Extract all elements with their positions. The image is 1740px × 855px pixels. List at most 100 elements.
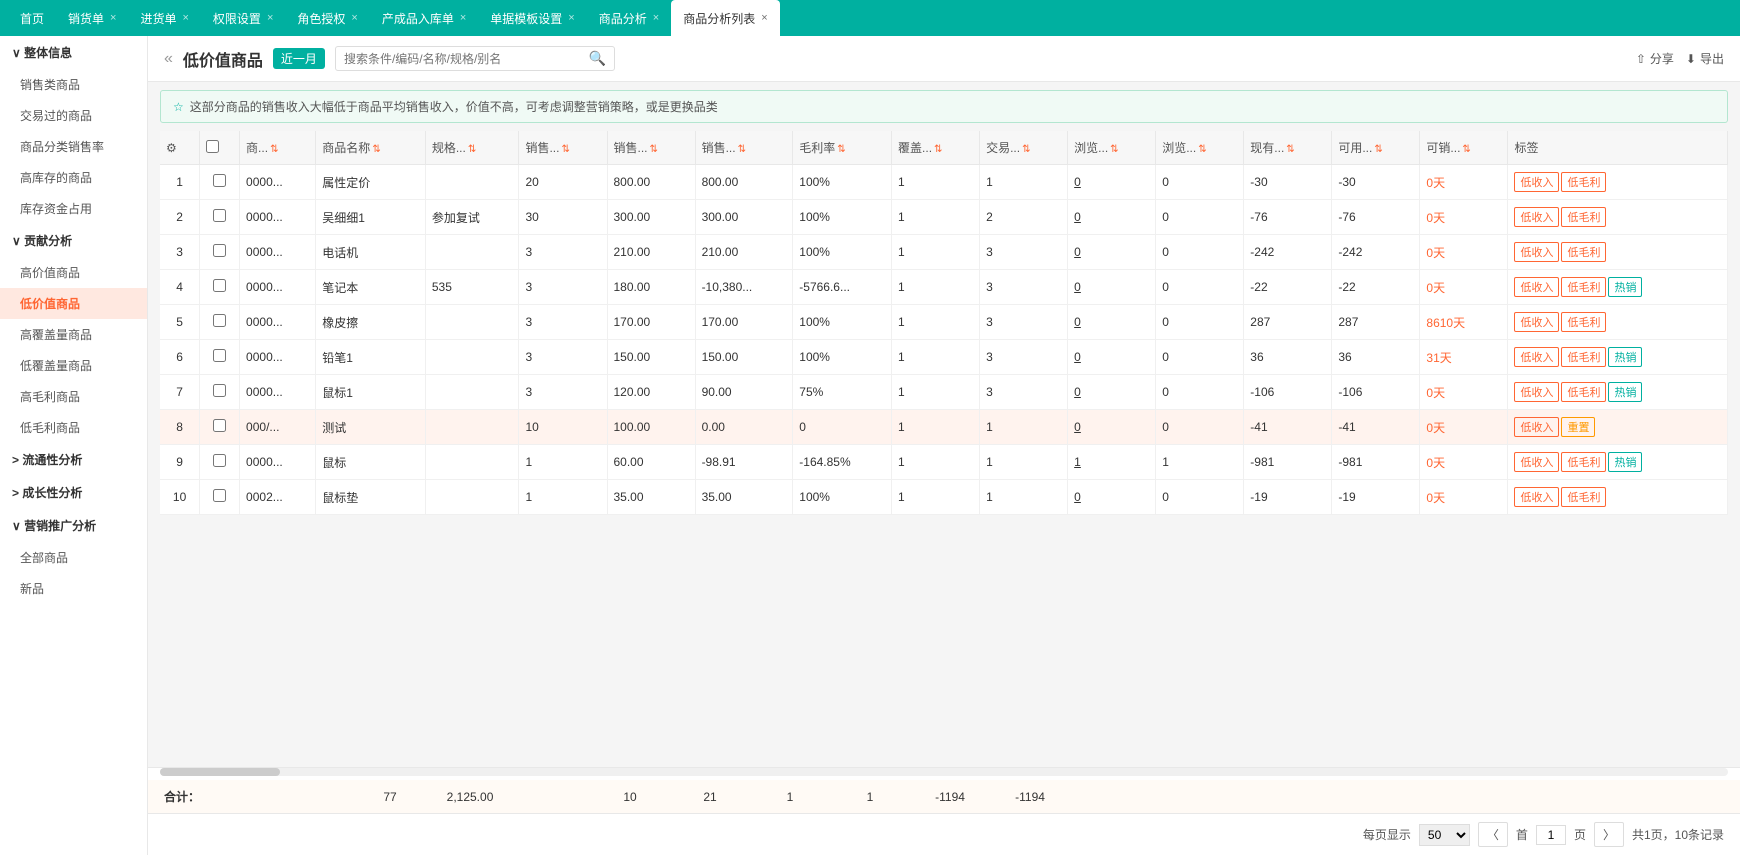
sidebar-item-new-products[interactable]: 新品 <box>0 573 147 604</box>
sidebar-group-overall[interactable]: ∨ 整体信息 <box>0 36 147 69</box>
sidebar-group-marketing[interactable]: ∨ 营销推广分析 <box>0 509 147 542</box>
row-checkbox[interactable] <box>213 209 226 222</box>
sidebar-item-high-coverage[interactable]: 高覆盖量商品 <box>0 319 147 350</box>
td-checkbox[interactable] <box>200 200 240 235</box>
nav-permissions[interactable]: 权限设置 × <box>201 0 285 36</box>
th-saleable[interactable]: 可销...⇅ <box>1420 131 1508 165</box>
sidebar-item-all-products[interactable]: 全部商品 <box>0 542 147 573</box>
th-code[interactable]: 商...⇅ <box>240 131 316 165</box>
nav-purchase[interactable]: 进货单 × <box>128 0 200 36</box>
row-checkbox[interactable] <box>213 419 226 432</box>
scrollbar-thumb[interactable] <box>160 768 280 776</box>
share-button[interactable]: ⇧ 分享 <box>1636 50 1674 67</box>
th-browse2[interactable]: 浏览...⇅ <box>1156 131 1244 165</box>
th-available[interactable]: 可用...⇅ <box>1332 131 1420 165</box>
td-browse1[interactable]: 0 <box>1068 410 1156 445</box>
td-checkbox[interactable] <box>200 305 240 340</box>
sidebar-group-circulation[interactable]: > 流通性分析 <box>0 443 147 476</box>
browse-link[interactable]: 0 <box>1074 420 1081 434</box>
row-checkbox[interactable] <box>213 489 226 502</box>
sidebar-item-high-value[interactable]: 高价值商品 <box>0 257 147 288</box>
row-checkbox[interactable] <box>213 174 226 187</box>
export-button[interactable]: ⬇ 导出 <box>1686 50 1724 67</box>
close-permissions-icon[interactable]: × <box>267 12 273 24</box>
td-checkbox[interactable] <box>200 340 240 375</box>
browse-link[interactable]: 0 <box>1074 350 1081 364</box>
td-browse1[interactable]: 0 <box>1068 235 1156 270</box>
sidebar-group-contribution[interactable]: ∨ 贡献分析 <box>0 224 147 257</box>
nav-sales[interactable]: 销货单 × <box>56 0 128 36</box>
td-browse1[interactable]: 0 <box>1068 200 1156 235</box>
browse-link[interactable]: 0 <box>1074 315 1081 329</box>
th-col2[interactable]: 销售...⇅ <box>607 131 695 165</box>
td-browse1[interactable]: 0 <box>1068 480 1156 515</box>
th-current[interactable]: 现有...⇅ <box>1244 131 1332 165</box>
sidebar-group-growth[interactable]: > 成长性分析 <box>0 476 147 509</box>
td-checkbox[interactable] <box>200 270 240 305</box>
close-roles-icon[interactable]: × <box>351 12 357 24</box>
td-checkbox[interactable] <box>200 375 240 410</box>
th-col1[interactable]: 销售...⇅ <box>519 131 607 165</box>
browse-link[interactable]: 0 <box>1074 385 1081 399</box>
next-page-button[interactable]: 〉 <box>1594 822 1624 847</box>
close-templates-icon[interactable]: × <box>568 12 574 24</box>
row-checkbox[interactable] <box>213 454 226 467</box>
th-checkbox[interactable] <box>200 131 240 165</box>
nav-products[interactable]: 产成品入库单 × <box>370 0 478 36</box>
th-tags[interactable]: 标签 <box>1508 131 1728 165</box>
td-browse1[interactable]: 1 <box>1068 445 1156 480</box>
td-browse1[interactable]: 0 <box>1068 340 1156 375</box>
td-browse1[interactable]: 0 <box>1068 165 1156 200</box>
select-all-checkbox[interactable] <box>206 140 219 153</box>
row-checkbox[interactable] <box>213 279 226 292</box>
close-sales-icon[interactable]: × <box>110 12 116 24</box>
td-checkbox[interactable] <box>200 165 240 200</box>
collapse-button[interactable]: « <box>164 50 173 68</box>
time-badge[interactable]: 近一月 <box>273 48 325 69</box>
sidebar-item-traded-products[interactable]: 交易过的商品 <box>0 100 147 131</box>
browse-link[interactable]: 0 <box>1074 490 1081 504</box>
th-name[interactable]: 商品名称⇅ <box>316 131 426 165</box>
row-checkbox[interactable] <box>213 314 226 327</box>
nav-analysis[interactable]: 商品分析 × <box>587 0 671 36</box>
scrollbar-track[interactable] <box>160 768 1728 776</box>
nav-roles[interactable]: 角色授权 × <box>285 0 369 36</box>
row-checkbox[interactable] <box>213 384 226 397</box>
td-checkbox[interactable] <box>200 410 240 445</box>
nav-analysis-list[interactable]: 商品分析列表 × <box>671 0 779 36</box>
close-products-icon[interactable]: × <box>460 12 466 24</box>
close-purchase-icon[interactable]: × <box>182 12 188 24</box>
sidebar-item-low-coverage[interactable]: 低覆盖量商品 <box>0 350 147 381</box>
th-col3[interactable]: 销售...⇅ <box>695 131 793 165</box>
close-analysis-list-icon[interactable]: × <box>761 12 767 24</box>
th-coverage[interactable]: 覆盖...⇅ <box>892 131 980 165</box>
th-margin[interactable]: 毛利率⇅ <box>793 131 892 165</box>
row-checkbox[interactable] <box>213 244 226 257</box>
search-icon[interactable]: 🔍 <box>589 50 606 67</box>
td-checkbox[interactable] <box>200 445 240 480</box>
td-browse1[interactable]: 0 <box>1068 375 1156 410</box>
first-page-button[interactable]: 〈 <box>1478 822 1508 847</box>
th-trade[interactable]: 交易...⇅ <box>980 131 1068 165</box>
sidebar-item-high-profit[interactable]: 高毛利商品 <box>0 381 147 412</box>
browse-link[interactable]: 0 <box>1074 175 1081 189</box>
nav-home[interactable]: 首页 <box>8 0 56 36</box>
th-gear[interactable]: ⚙ <box>160 131 200 165</box>
row-checkbox[interactable] <box>213 349 226 362</box>
sidebar-item-low-profit[interactable]: 低毛利商品 <box>0 412 147 443</box>
close-analysis-icon[interactable]: × <box>653 12 659 24</box>
page-number-input[interactable] <box>1536 825 1566 845</box>
th-browse1[interactable]: 浏览...⇅ <box>1068 131 1156 165</box>
browse-link[interactable]: 0 <box>1074 245 1081 259</box>
td-browse1[interactable]: 0 <box>1068 270 1156 305</box>
table-container[interactable]: ⚙ 商...⇅ 商品名称⇅ 规格...⇅ 销售...⇅ 销售...⇅ 销售...… <box>148 131 1740 767</box>
td-browse1[interactable]: 0 <box>1068 305 1156 340</box>
th-spec[interactable]: 规格...⇅ <box>425 131 519 165</box>
browse-link[interactable]: 1 <box>1074 455 1081 469</box>
sidebar-item-low-value[interactable]: 低价值商品 <box>0 288 147 319</box>
td-checkbox[interactable] <box>200 235 240 270</box>
per-page-select[interactable]: 50 100 <box>1419 824 1470 846</box>
sidebar-item-sales-products[interactable]: 销售类商品 <box>0 69 147 100</box>
td-checkbox[interactable] <box>200 480 240 515</box>
sidebar-item-category-rate[interactable]: 商品分类销售率 <box>0 131 147 162</box>
